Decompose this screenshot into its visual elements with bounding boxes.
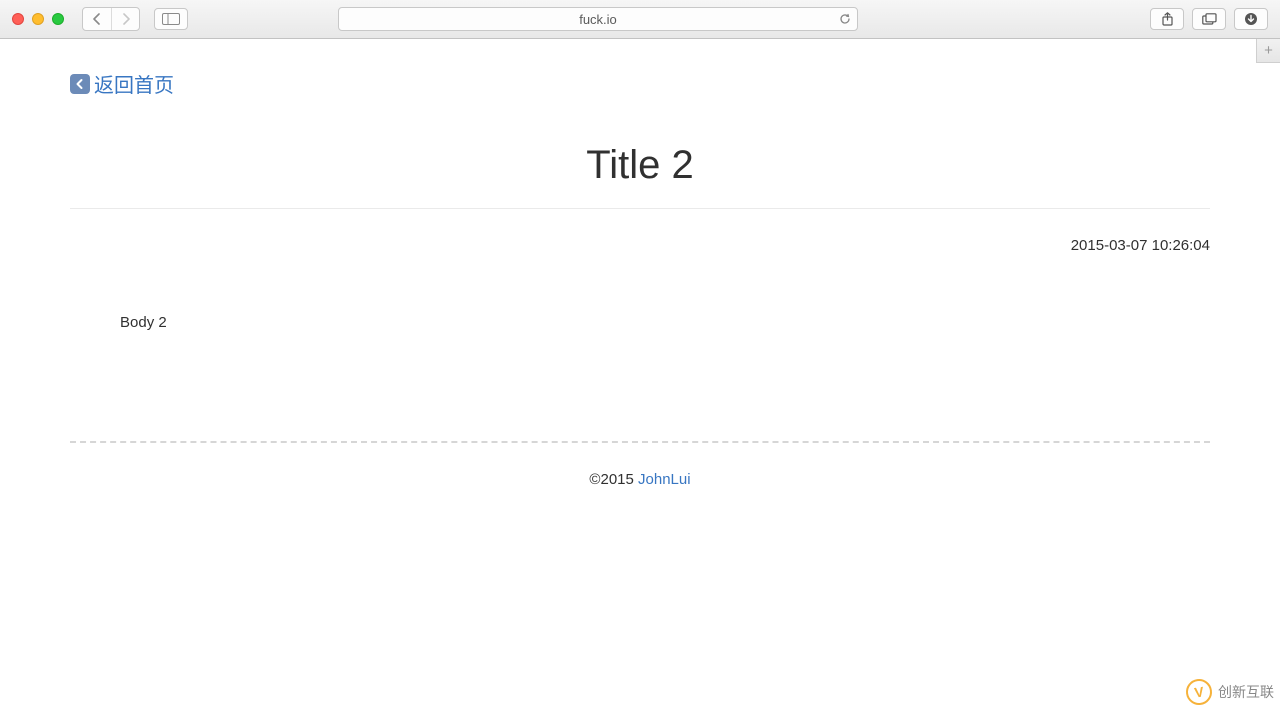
close-window-button[interactable]: [12, 13, 24, 25]
watermark: V 创新互联: [1186, 679, 1274, 705]
post-timestamp: 2015-03-07 10:26:04: [70, 237, 1210, 254]
address-bar[interactable]: fuck.io: [338, 7, 858, 31]
back-button[interactable]: [83, 8, 111, 30]
reload-icon[interactable]: [839, 13, 851, 25]
sidebar-toggle-button[interactable]: [154, 8, 188, 30]
page-content: 返回首页 Title 2 2015-03-07 10:26:04 Body 2 …: [0, 39, 1280, 488]
footer: ©2015 JohnLui: [70, 471, 1210, 488]
watermark-logo-icon: V: [1184, 677, 1213, 706]
minimize-window-button[interactable]: [32, 13, 44, 25]
copyright-text: ©2015: [589, 471, 638, 488]
browser-chrome: fuck.io: [0, 0, 1280, 39]
share-button[interactable]: [1150, 8, 1184, 30]
toolbar-right: [1150, 8, 1268, 30]
back-home-link[interactable]: 返回首页: [70, 69, 174, 98]
nav-buttons: [82, 7, 140, 31]
post-body: Body 2: [120, 314, 1210, 331]
window-controls: [12, 13, 64, 25]
forward-button[interactable]: [111, 8, 139, 30]
tabs-button[interactable]: [1192, 8, 1226, 30]
back-home-label: 返回首页: [94, 69, 174, 98]
watermark-text: 创新互联: [1218, 682, 1274, 702]
back-arrow-icon: [70, 74, 90, 94]
zoom-window-button[interactable]: [52, 13, 64, 25]
separator: [70, 441, 1210, 443]
url-text: fuck.io: [579, 12, 617, 27]
page-title: Title 2: [70, 143, 1210, 209]
author-link[interactable]: JohnLui: [638, 471, 691, 488]
downloads-button[interactable]: [1234, 8, 1268, 30]
